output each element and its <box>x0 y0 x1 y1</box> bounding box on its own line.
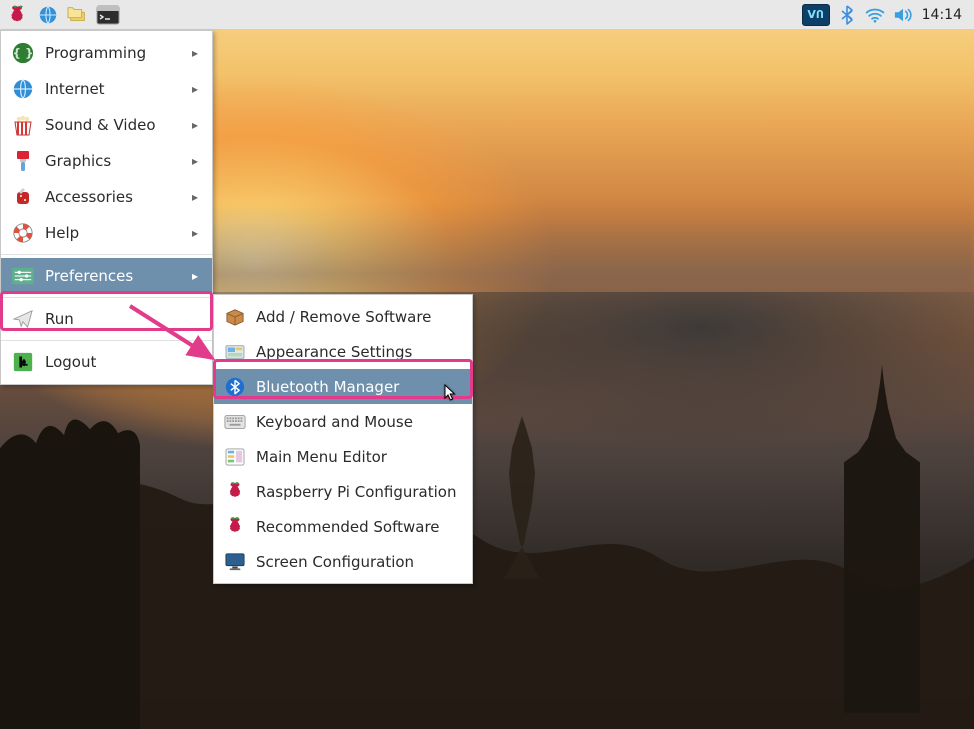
braces-icon: { } <box>11 41 35 65</box>
preferences-submenu: Add / Remove Software Appearance Setting… <box>213 294 473 584</box>
taskbar: VՈ 14:14 <box>0 0 974 30</box>
menu-item-programming[interactable]: { } Programming ▸ <box>1 35 212 71</box>
chevron-right-icon: ▸ <box>192 269 202 283</box>
menu-item-label: Preferences <box>45 267 182 285</box>
volume-tray-icon[interactable] <box>892 4 914 26</box>
svg-text:{ }: { } <box>12 46 33 60</box>
folders-icon <box>67 5 89 25</box>
submenu-item-label: Raspberry Pi Configuration <box>256 483 462 501</box>
submenu-item-add-remove-software[interactable]: Add / Remove Software <box>214 299 472 334</box>
submenu-item-label: Appearance Settings <box>256 343 462 361</box>
submenu-item-raspberry-pi-configuration[interactable]: Raspberry Pi Configuration <box>214 474 472 509</box>
monitor-icon <box>224 551 246 573</box>
keyboard-icon <box>224 411 246 433</box>
menu-item-label: Internet <box>45 80 182 98</box>
package-icon <box>224 306 246 328</box>
menu-item-preferences[interactable]: Preferences ▸ <box>1 258 212 294</box>
chevron-right-icon: ▸ <box>192 46 202 60</box>
chevron-right-icon: ▸ <box>192 190 202 204</box>
chevron-right-icon: ▸ <box>192 226 202 240</box>
speaker-icon <box>892 6 914 24</box>
bluetooth-tray-icon[interactable] <box>836 4 858 26</box>
menu-item-label: Logout <box>45 353 202 371</box>
raspberry-icon <box>224 516 246 538</box>
menu-item-graphics[interactable]: Graphics ▸ <box>1 143 212 179</box>
start-menu-button[interactable] <box>4 2 32 28</box>
paintbrush-icon <box>11 149 35 173</box>
appearance-icon <box>224 341 246 363</box>
menu-item-label: Run <box>45 310 202 328</box>
swiss-knife-icon <box>11 185 35 209</box>
menu-item-help[interactable]: Help ▸ <box>1 215 212 251</box>
submenu-item-label: Bluetooth Manager <box>256 378 462 396</box>
submenu-item-recommended-software[interactable]: Recommended Software <box>214 509 472 544</box>
submenu-item-label: Recommended Software <box>256 518 462 536</box>
globe-icon <box>37 4 59 26</box>
menu-item-label: Help <box>45 224 182 242</box>
file-manager-launcher[interactable] <box>64 2 92 28</box>
sliders-icon <box>11 264 35 288</box>
paper-plane-icon <box>11 307 35 331</box>
wifi-tray-icon[interactable] <box>864 4 886 26</box>
raspberry-icon <box>224 481 246 503</box>
bluetooth-circle-icon <box>224 376 246 398</box>
terminal-icon <box>96 5 120 25</box>
submenu-item-label: Main Menu Editor <box>256 448 462 466</box>
chevron-right-icon: ▸ <box>192 118 202 132</box>
submenu-item-screen-configuration[interactable]: Screen Configuration <box>214 544 472 579</box>
chevron-right-icon: ▸ <box>192 154 202 168</box>
exit-icon <box>11 350 35 374</box>
web-browser-launcher[interactable] <box>34 2 62 28</box>
terminal-launcher[interactable] <box>94 2 122 28</box>
menu-item-logout[interactable]: Logout <box>1 344 212 380</box>
submenu-item-appearance-settings[interactable]: Appearance Settings <box>214 334 472 369</box>
vnc-label: VՈ <box>807 8 824 21</box>
launcher-area <box>4 2 122 28</box>
vnc-tray-icon[interactable]: VՈ <box>802 4 830 26</box>
submenu-item-bluetooth-manager[interactable]: Bluetooth Manager <box>214 369 472 404</box>
submenu-item-keyboard-mouse[interactable]: Keyboard and Mouse <box>214 404 472 439</box>
menu-separator <box>1 340 212 341</box>
menu-separator <box>1 297 212 298</box>
submenu-item-main-menu-editor[interactable]: Main Menu Editor <box>214 439 472 474</box>
popcorn-icon <box>11 113 35 137</box>
menu-editor-icon <box>224 446 246 468</box>
globe-icon <box>11 77 35 101</box>
submenu-item-label: Keyboard and Mouse <box>256 413 462 431</box>
lifebuoy-icon <box>11 221 35 245</box>
clock[interactable]: 14:14 <box>920 7 964 23</box>
system-tray: VՈ 14:14 <box>802 4 970 26</box>
menu-item-run[interactable]: Run <box>1 301 212 337</box>
menu-item-accessories[interactable]: Accessories ▸ <box>1 179 212 215</box>
application-menu: { } Programming ▸ Internet ▸ Sound & Vid… <box>0 30 213 385</box>
submenu-item-label: Screen Configuration <box>256 553 462 571</box>
menu-item-label: Sound & Video <box>45 116 182 134</box>
menu-separator <box>1 254 212 255</box>
bluetooth-icon <box>839 5 855 25</box>
menu-item-label: Accessories <box>45 188 182 206</box>
menu-item-sound-video[interactable]: Sound & Video ▸ <box>1 107 212 143</box>
raspberry-icon <box>7 4 29 26</box>
wifi-icon <box>865 6 885 24</box>
chevron-right-icon: ▸ <box>192 82 202 96</box>
menu-item-internet[interactable]: Internet ▸ <box>1 71 212 107</box>
submenu-item-label: Add / Remove Software <box>256 308 462 326</box>
menu-item-label: Graphics <box>45 152 182 170</box>
menu-item-label: Programming <box>45 44 182 62</box>
